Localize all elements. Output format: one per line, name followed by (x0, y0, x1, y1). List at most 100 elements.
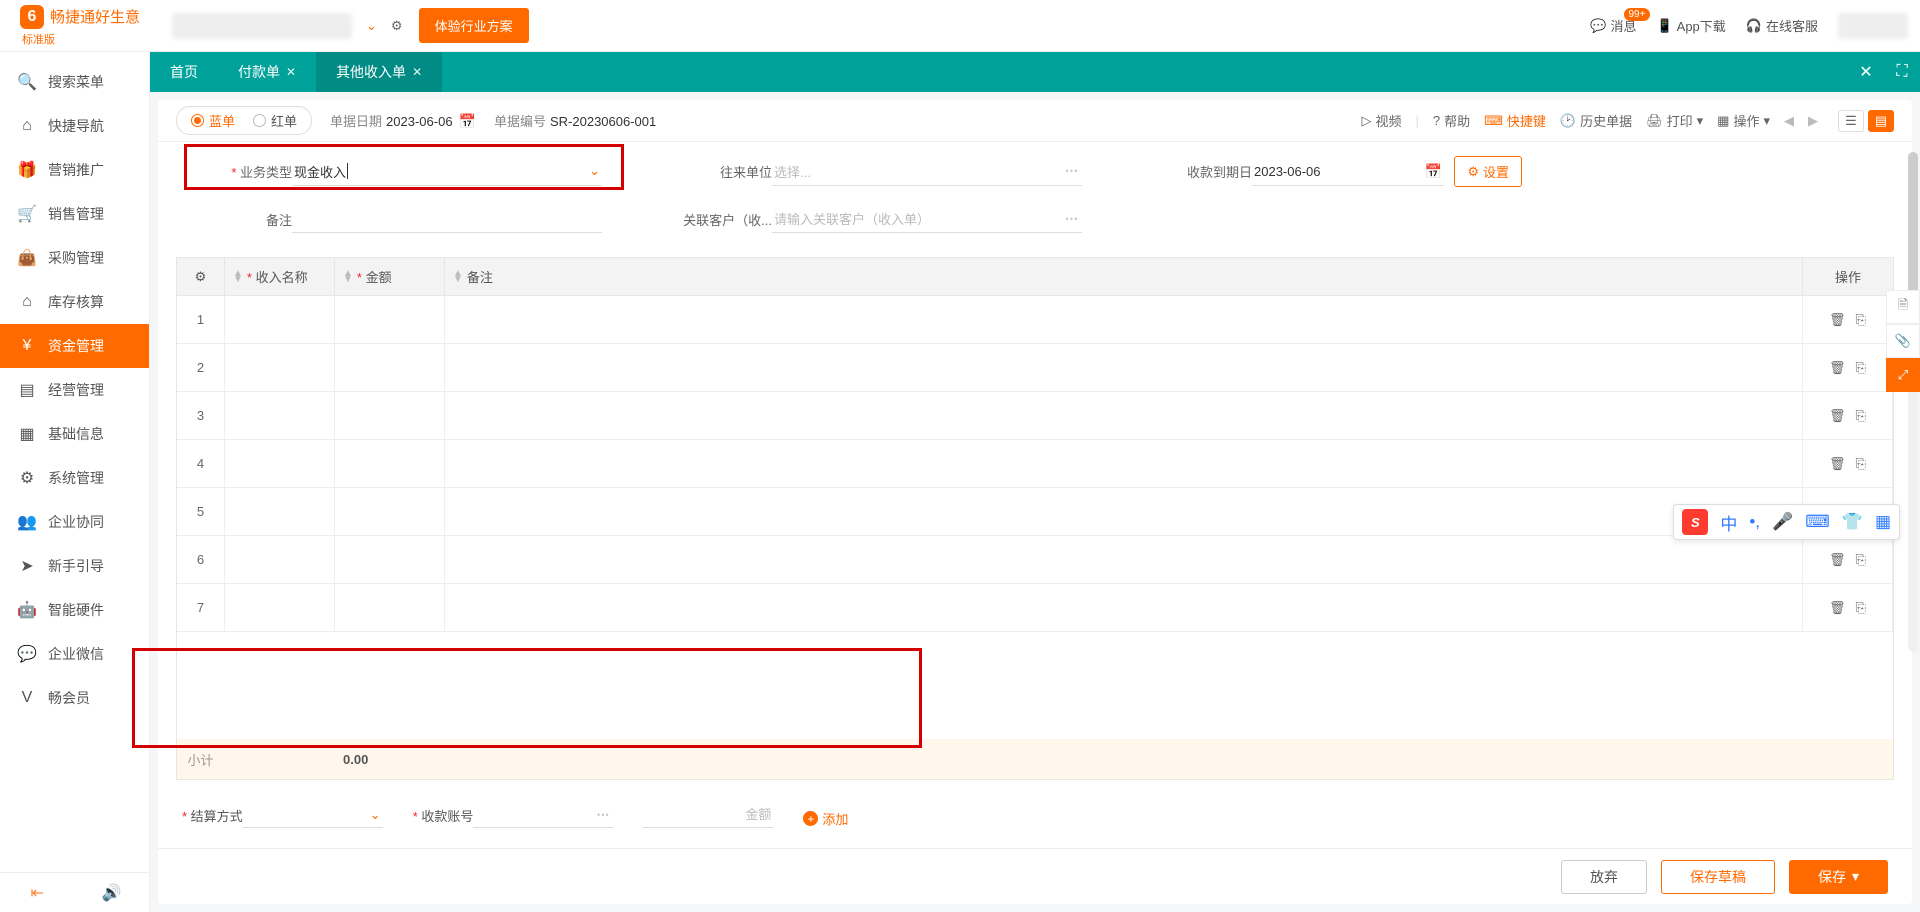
account-name[interactable] (172, 13, 352, 39)
column-settings-icon[interactable]: ⚙ (177, 258, 225, 295)
sidebar-item-10[interactable]: 👥企业协同 (0, 500, 149, 544)
copy-row-icon[interactable]: ⎘ (1856, 408, 1866, 424)
cell-amount[interactable] (335, 488, 445, 535)
due-date-input[interactable]: 2023-06-06📅 (1252, 158, 1444, 186)
attach-tool-icon[interactable]: 📎 (1886, 324, 1920, 358)
print-link[interactable]: 🖨打印▾ (1646, 111, 1703, 130)
account-chevron-icon[interactable]: ⌄ (366, 18, 377, 34)
delete-row-icon[interactable]: 🗑 (1829, 552, 1846, 568)
tab-2[interactable]: 其他收入单✕ (316, 52, 442, 92)
cell-name[interactable] (225, 584, 335, 631)
sidebar-item-5[interactable]: ⌂库存核算 (0, 280, 149, 324)
settle-method-select[interactable]: ⌄ (243, 803, 383, 828)
cell-name[interactable] (225, 392, 335, 439)
ime-skin-icon[interactable]: 👕 (1842, 512, 1863, 532)
cell-amount[interactable] (335, 584, 445, 631)
history-link[interactable]: 🕑历史单据 (1560, 111, 1632, 130)
radio-blue[interactable]: 蓝单 (191, 111, 235, 130)
note-tool-icon[interactable]: 🗎 (1886, 290, 1920, 324)
settings-button[interactable]: ⚙设置 (1454, 156, 1522, 187)
messages-link[interactable]: 💬 消息 99+ (1590, 16, 1636, 35)
table-row[interactable]: 1🗑⎘ (177, 296, 1893, 344)
col-note[interactable]: 备注 (467, 267, 493, 286)
delete-row-icon[interactable]: 🗑 (1829, 312, 1846, 328)
cell-note[interactable] (445, 344, 1803, 391)
sidebar-item-2[interactable]: 🎁营销推广 (0, 148, 149, 192)
tab-0[interactable]: 首页 (150, 52, 218, 92)
col-amount[interactable]: 金额 (357, 267, 392, 286)
ime-keyboard-icon[interactable]: ⌨ (1805, 512, 1830, 532)
tab-fullscreen-icon[interactable]: ⛶ (1884, 63, 1920, 81)
delete-row-icon[interactable]: 🗑 (1829, 456, 1846, 472)
try-industry-button[interactable]: 体验行业方案 (419, 8, 529, 43)
cell-note[interactable] (445, 440, 1803, 487)
ime-lang[interactable]: 中 (1720, 510, 1737, 535)
sidebar-item-1[interactable]: ⌂快捷导航 (0, 104, 149, 148)
sidebar-item-9[interactable]: ⚙系统管理 (0, 456, 149, 500)
table-row[interactable]: 6🗑⎘ (177, 536, 1893, 584)
sound-icon[interactable]: 🔊 (75, 883, 150, 903)
copy-row-icon[interactable]: ⎘ (1856, 600, 1866, 616)
cell-note[interactable] (445, 392, 1803, 439)
copy-row-icon[interactable]: ⎘ (1856, 552, 1866, 568)
cell-amount[interactable] (335, 344, 445, 391)
online-service-link[interactable]: 🎧 在线客服 (1746, 16, 1818, 35)
sidebar-item-14[interactable]: V畅会员 (0, 676, 149, 720)
cell-amount[interactable] (335, 536, 445, 583)
cell-name[interactable] (225, 536, 335, 583)
close-icon[interactable]: ✕ (286, 65, 296, 79)
calendar-icon[interactable]: 📅 (459, 113, 476, 129)
expand-tool-icon[interactable]: ⤢ (1886, 358, 1920, 392)
tab-1[interactable]: 付款单✕ (218, 52, 316, 92)
cell-name[interactable] (225, 344, 335, 391)
copy-row-icon[interactable]: ⎘ (1856, 312, 1866, 328)
settings-gear-icon[interactable]: ⚙ (391, 18, 403, 34)
tab-close-all-icon[interactable]: ✕ (1848, 62, 1884, 82)
cell-note[interactable] (445, 584, 1803, 631)
settle-account-select[interactable]: ⋯ (473, 803, 613, 828)
table-row[interactable]: 5🗑⎘ (177, 488, 1893, 536)
sidebar-item-0[interactable]: 🔍搜索菜单 (0, 60, 149, 104)
biz-type-select[interactable]: 现金收入 ⌄ (292, 158, 602, 186)
view-list-toggle[interactable]: ☰ (1838, 110, 1864, 132)
help-link[interactable]: ?帮助 (1433, 111, 1470, 130)
delete-row-icon[interactable]: 🗑 (1829, 600, 1846, 616)
table-row[interactable]: 2🗑⎘ (177, 344, 1893, 392)
sidebar-item-11[interactable]: ➤新手引导 (0, 544, 149, 588)
app-download-link[interactable]: 📱 App下载 (1656, 16, 1725, 35)
vertical-scrollbar[interactable] (1908, 152, 1912, 652)
settle-amount-input[interactable]: 金额 (643, 800, 773, 828)
ime-punct-icon[interactable]: •, (1749, 512, 1760, 532)
sidebar-item-6[interactable]: ¥资金管理 (0, 324, 149, 368)
sidebar-item-8[interactable]: ▦基础信息 (0, 412, 149, 456)
more-icon[interactable]: ⋯ (1065, 163, 1080, 179)
save-button[interactable]: 保存▾ (1789, 860, 1888, 894)
cell-name[interactable] (225, 296, 335, 343)
customer-input[interactable]: 请输入关联客户（收入单）⋯ (772, 205, 1082, 233)
doc-date-value[interactable]: 2023-06-06 (386, 114, 453, 129)
table-row[interactable]: 4🗑⎘ (177, 440, 1893, 488)
calendar-icon[interactable]: 📅 (1425, 163, 1442, 180)
discard-button[interactable]: 放弃 (1561, 860, 1647, 894)
user-avatar[interactable] (1838, 13, 1908, 39)
add-settlement-button[interactable]: +添加 (803, 809, 848, 828)
cell-amount[interactable] (335, 296, 445, 343)
view-form-toggle[interactable]: ▤ (1868, 110, 1894, 132)
table-row[interactable]: 3🗑⎘ (177, 392, 1893, 440)
sidebar-item-7[interactable]: ▤经营管理 (0, 368, 149, 412)
sidebar-item-13[interactable]: 💬企业微信 (0, 632, 149, 676)
copy-row-icon[interactable]: ⎘ (1856, 456, 1866, 472)
col-income-name[interactable]: 收入名称 (247, 267, 308, 286)
next-doc-icon[interactable]: ▶ (1808, 113, 1818, 129)
ime-toolbar[interactable]: S 中 •, 🎤 ⌨ 👕 ▦ (1673, 504, 1900, 540)
cell-amount[interactable] (335, 392, 445, 439)
more-icon[interactable]: ⋯ (596, 807, 611, 823)
ime-mic-icon[interactable]: 🎤 (1772, 512, 1793, 532)
table-row[interactable]: 7🗑⎘ (177, 584, 1893, 632)
prev-doc-icon[interactable]: ◀ (1784, 113, 1794, 129)
close-icon[interactable]: ✕ (412, 65, 422, 79)
collapse-sidebar-icon[interactable]: ⇤ (0, 883, 75, 903)
cell-note[interactable] (445, 488, 1803, 535)
save-draft-button[interactable]: 保存草稿 (1661, 860, 1775, 894)
cell-note[interactable] (445, 536, 1803, 583)
